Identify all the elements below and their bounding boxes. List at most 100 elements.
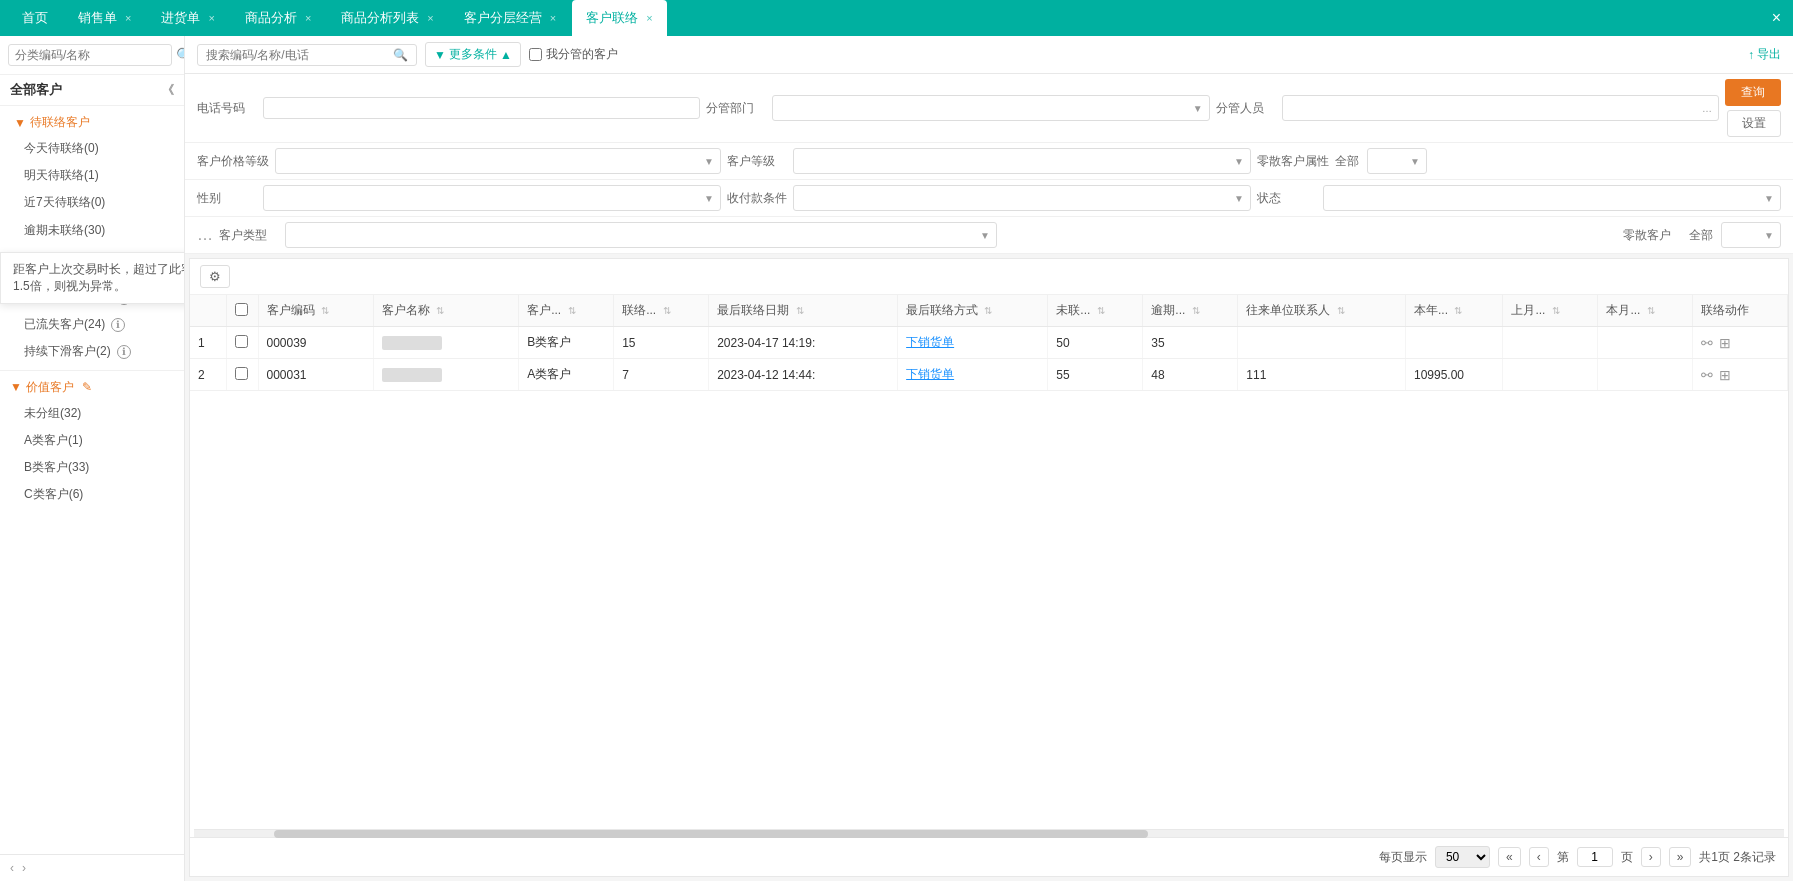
my-customers-checkbox[interactable] (529, 48, 542, 61)
chevron-up-icon: ▲ (500, 48, 512, 62)
filter-customer-level-select[interactable]: ▼ (793, 148, 1251, 174)
filter-retail-customer-select[interactable]: ▼ (1721, 222, 1781, 248)
sidebar-bottom: ‹ › (0, 854, 184, 881)
filter-search-input[interactable] (206, 48, 387, 62)
filter-status-select[interactable]: ▼ (1323, 185, 1781, 211)
customer-table: 客户编码 ⇅ 客户名称 ⇅ 客户... ⇅ (190, 295, 1788, 391)
row-last-contact-date: 2023-04-12 14:44: (709, 359, 898, 391)
row-action-grid-icon[interactable]: ⊞ (1719, 367, 1731, 383)
row-action-grid-icon[interactable]: ⊞ (1719, 335, 1731, 351)
next-page-btn[interactable]: › (1641, 847, 1661, 867)
this-year-sort-icon[interactable]: ⇅ (1454, 305, 1462, 316)
value-group-header[interactable]: ▼ 价值客户 ✎ (0, 375, 184, 400)
last-method-sort-icon[interactable]: ⇅ (984, 305, 992, 316)
sidebar-item-ungroup[interactable]: 未分组(32) (0, 400, 184, 427)
sidebar-item-b-class[interactable]: B类客户(33) (0, 454, 184, 481)
close-customer-contact-tab[interactable]: × (646, 12, 652, 24)
page-size-select[interactable]: 50 20 100 (1435, 846, 1490, 868)
row-name (373, 327, 518, 359)
name-sort-icon[interactable]: ⇅ (436, 305, 444, 316)
nav-tab-customer-layer[interactable]: 客户分层经营 × (450, 0, 570, 36)
query-button[interactable]: 查询 (1725, 79, 1781, 106)
sidebar-item-7days[interactable]: 近7天待联络(0) (0, 189, 184, 216)
filter-search-icon[interactable]: 🔍 (393, 48, 408, 62)
sidebar-item-keep-drop[interactable]: 持续下滑客户(2) ℹ (0, 338, 184, 365)
settings-button[interactable]: 设置 (1727, 110, 1781, 137)
pending-contact-title[interactable]: ▼ 待联络客户 (0, 110, 184, 135)
prev-page-btn[interactable]: ‹ (1529, 847, 1549, 867)
filter-gender-select[interactable]: ▼ (263, 185, 721, 211)
level-sort-icon[interactable]: ⇅ (568, 305, 576, 316)
filter-retail-attr-select[interactable]: ▼ (1367, 148, 1427, 174)
nav-tab-analysis[interactable]: 商品分析 × (231, 0, 325, 36)
contact-sort-icon[interactable]: ⇅ (663, 305, 671, 316)
sidebar-search-button[interactable]: 🔍 (176, 47, 185, 63)
horizontal-scrollbar[interactable] (194, 829, 1784, 837)
row-action-link-icon[interactable]: ⚯ (1701, 335, 1713, 351)
sidebar-search-input[interactable] (8, 44, 172, 66)
sidebar-next-arrow[interactable]: › (22, 861, 26, 875)
filter-more-conditions[interactable]: ▼ 更多条件 ▲ (425, 42, 521, 67)
close-customer-layer-tab[interactable]: × (550, 12, 556, 24)
sidebar-item-tomorrow[interactable]: 明天待联络(1) (0, 162, 184, 189)
row-action: ⚯ ⊞ (1693, 359, 1788, 391)
last-month-sort-icon[interactable]: ⇅ (1552, 305, 1560, 316)
sidebar-item-overdue[interactable]: 逾期未联络(30) (0, 217, 184, 244)
my-customers-checkbox-area[interactable]: 我分管的客户 (529, 46, 618, 63)
this-month-sort-icon[interactable]: ⇅ (1647, 305, 1655, 316)
unit-contacts-sort-icon[interactable]: ⇅ (1337, 305, 1345, 316)
nav-tab-purchase[interactable]: 进货单 × (147, 0, 228, 36)
row-select-checkbox[interactable] (235, 367, 248, 380)
first-page-btn[interactable]: « (1498, 847, 1521, 867)
row-checkbox[interactable] (226, 327, 258, 359)
filter-manager-select[interactable]: … (1282, 95, 1719, 121)
row-last-contact-method[interactable]: 下销货单 (898, 327, 1048, 359)
row-action: ⚯ ⊞ (1693, 327, 1788, 359)
more-dots-icon[interactable]: … (197, 226, 213, 244)
table-gear-button[interactable]: ⚙ (200, 265, 230, 288)
last-date-sort-icon[interactable]: ⇅ (796, 305, 804, 316)
sidebar-item-today[interactable]: 今天待联络(0) (0, 135, 184, 162)
nav-tab-analysis-list[interactable]: 商品分析列表 × (327, 0, 447, 36)
keep-drop-info-icon[interactable]: ℹ (117, 345, 131, 359)
sidebar-all-customers-header[interactable]: 全部客户 《 (0, 75, 184, 106)
overdue-sort-icon[interactable]: ⇅ (1192, 305, 1200, 316)
row-select-checkbox[interactable] (235, 335, 248, 348)
scrollbar-thumb[interactable] (274, 830, 1149, 838)
close-purchase-tab[interactable]: × (208, 12, 214, 24)
row-action-link-icon[interactable]: ⚯ (1701, 367, 1713, 383)
col-contact: 联络... ⇅ (614, 295, 709, 327)
filter-price-level-select[interactable]: ▼ (275, 148, 721, 174)
sidebar-prev-arrow[interactable]: ‹ (10, 861, 14, 875)
uncontacted-sort-icon[interactable]: ⇅ (1097, 305, 1105, 316)
nav-tab-home[interactable]: 首页 (8, 0, 62, 36)
page-number-input[interactable] (1577, 847, 1613, 867)
filter-phone-input[interactable] (263, 97, 700, 119)
sidebar-collapse-btn[interactable]: 《 (162, 82, 174, 99)
close-analysis-tab[interactable]: × (305, 12, 311, 24)
filter-dept-select[interactable]: ▼ (772, 95, 1209, 121)
export-button[interactable]: ↑ 导出 (1748, 46, 1781, 63)
nav-tab-customer-contact[interactable]: 客户联络 × (572, 0, 666, 36)
filter-payment-select[interactable]: ▼ (793, 185, 1251, 211)
close-analysis-list-tab[interactable]: × (427, 12, 433, 24)
row-checkbox[interactable] (226, 359, 258, 391)
sidebar-content: 全部客户 《 ▼ 待联络客户 今天待联络(0) 明天待联络(1) 近7天待联络(… (0, 75, 184, 854)
sidebar-item-a-class[interactable]: A类客户(1) (0, 427, 184, 454)
already-lost-info-icon[interactable]: ℹ (111, 318, 125, 332)
sidebar-item-already-lost[interactable]: 已流失客户(24) ℹ (0, 311, 184, 338)
filter-bar: 🔍 ▼ 更多条件 ▲ 我分管的客户 ↑ 导出 (185, 36, 1793, 74)
window-close-icon[interactable]: × (1772, 9, 1781, 27)
table-scroll[interactable]: 客户编码 ⇅ 客户名称 ⇅ 客户... ⇅ (190, 295, 1788, 829)
nav-tab-sales[interactable]: 销售单 × (64, 0, 145, 36)
filter-payment: 收付款条件 ▼ (727, 185, 1251, 211)
filter-customer-type-select[interactable]: ▼ (285, 222, 997, 248)
row-last-contact-method[interactable]: 下销货单 (898, 359, 1048, 391)
value-group-edit-icon[interactable]: ✎ (82, 380, 92, 394)
last-page-btn[interactable]: » (1669, 847, 1692, 867)
sidebar-item-c-class[interactable]: C类客户(6) (0, 481, 184, 508)
code-sort-icon[interactable]: ⇅ (321, 305, 329, 316)
select-all-checkbox[interactable] (235, 303, 248, 316)
close-sales-tab[interactable]: × (125, 12, 131, 24)
filter-customer-type: 客户类型 ▼ (219, 222, 997, 248)
